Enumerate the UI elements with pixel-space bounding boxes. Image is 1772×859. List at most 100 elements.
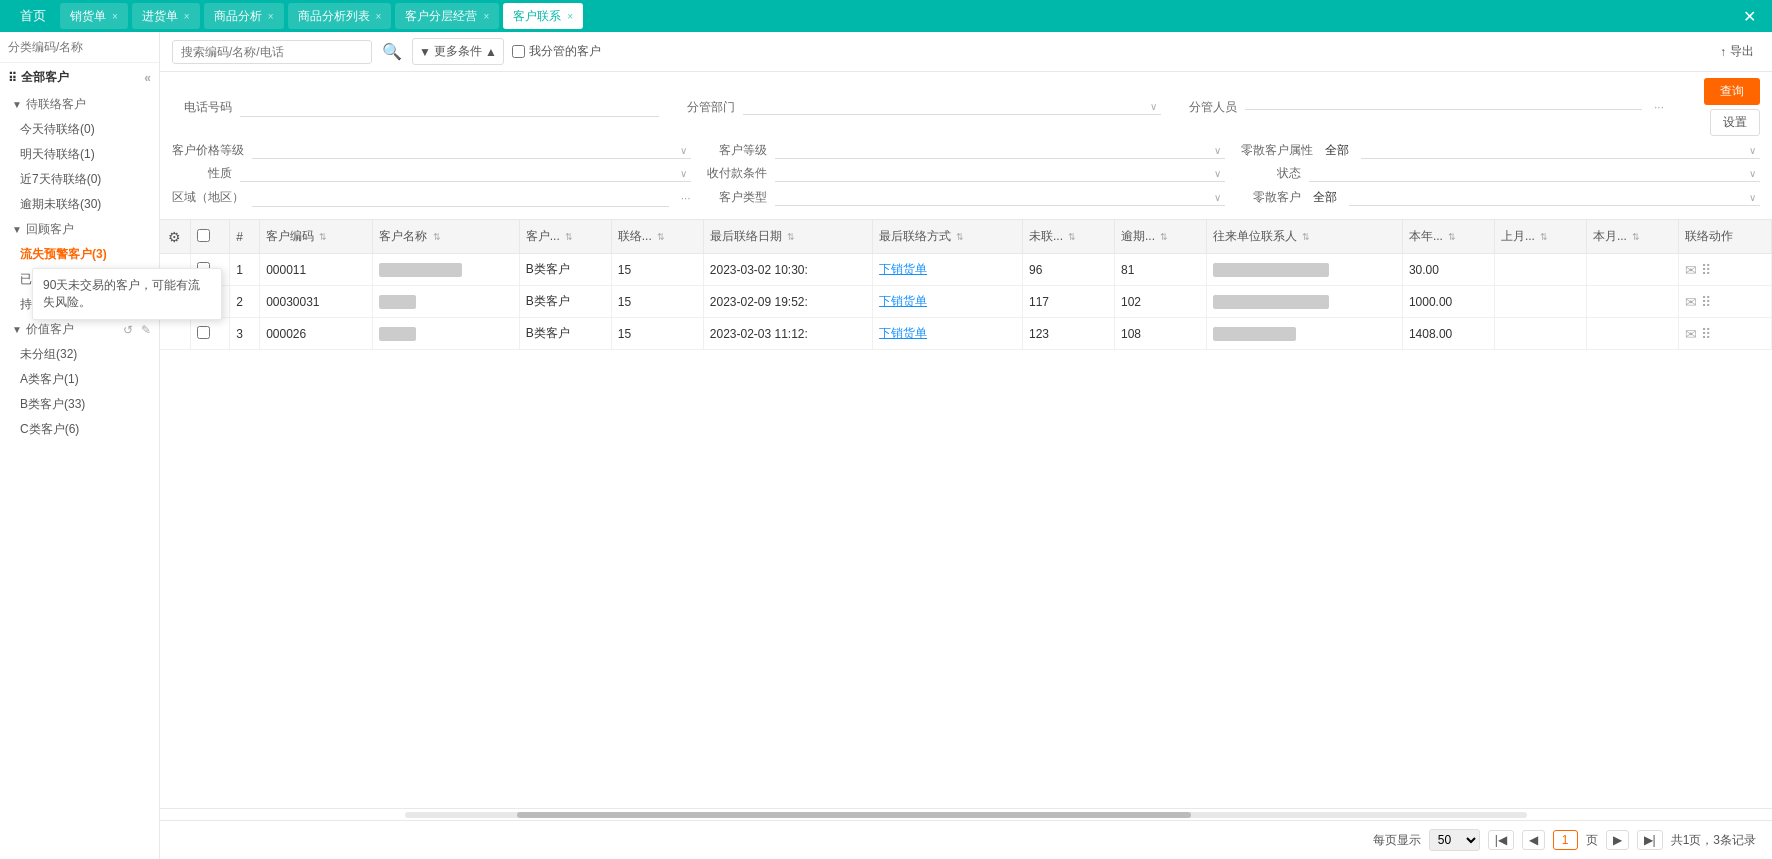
sidebar-all-customers[interactable]: ⠿ 全部客户 «	[0, 63, 159, 92]
export-button[interactable]: ↑ 导出	[1714, 39, 1760, 64]
close-icon[interactable]: ×	[567, 11, 573, 22]
nav-tab-customer-layer[interactable]: 客户分层经营 ×	[395, 3, 499, 29]
close-icon[interactable]: ×	[268, 11, 274, 22]
row-last-way[interactable]: 下销货单	[873, 318, 1023, 350]
sort-icon[interactable]: ⇅	[565, 232, 573, 242]
more-icon[interactable]: ⠿	[1701, 262, 1711, 278]
col-settings[interactable]: ⚙	[160, 220, 190, 254]
nav-tab-sales[interactable]: 销货单 ×	[60, 3, 128, 29]
filter-status-select[interactable]: ∨	[1309, 166, 1760, 182]
my-customers-checkbox[interactable]	[512, 45, 525, 58]
next-page-button[interactable]: ▶	[1606, 830, 1629, 850]
filter-region-dots[interactable]: ···	[681, 191, 691, 205]
col-this-year[interactable]: 本年... ⇅	[1402, 220, 1494, 254]
col-this-month[interactable]: 本月... ⇅	[1586, 220, 1678, 254]
sidebar-item-today-contact[interactable]: 今天待联络(0)	[0, 117, 159, 142]
sort-icon[interactable]: ⇅	[1632, 232, 1640, 242]
sort-icon[interactable]: ⇅	[787, 232, 795, 242]
sort-icon[interactable]: ⇅	[433, 232, 441, 242]
sort-icon[interactable]: ⇅	[956, 232, 964, 242]
more-icon[interactable]: ⠿	[1701, 326, 1711, 342]
col-contact[interactable]: 联络... ⇅	[611, 220, 703, 254]
col-type[interactable]: 客户... ⇅	[519, 220, 611, 254]
prev-page-button[interactable]: ◀	[1522, 830, 1545, 850]
message-icon[interactable]: ✉	[1685, 294, 1697, 310]
sort-icon[interactable]: ⇅	[657, 232, 665, 242]
my-customers-checkbox-label[interactable]: 我分管的客户	[512, 43, 601, 60]
sidebar-item-class-a[interactable]: A类客户(1)	[0, 367, 159, 392]
filter-zero-customer-select[interactable]: ∨	[1349, 190, 1760, 206]
settings-gear-icon[interactable]: ⚙	[168, 229, 181, 245]
filter-price-select[interactable]: ∨	[252, 143, 691, 159]
scroll-thumb[interactable]	[517, 812, 1191, 818]
filter-region-input[interactable]	[252, 188, 669, 207]
nav-tab-purchase[interactable]: 进货单 ×	[132, 3, 200, 29]
col-last-contact-way[interactable]: 最后联络方式 ⇅	[873, 220, 1023, 254]
search-input[interactable]	[172, 40, 372, 64]
more-conditions-button[interactable]: ▼ 更多条件 ▲	[412, 38, 504, 65]
query-button[interactable]: 查询	[1704, 78, 1760, 105]
filter-customer-level-select[interactable]: ∨	[775, 143, 1226, 159]
sidebar-group-value[interactable]: ▼ 价值客户 ↺ ✎	[0, 317, 159, 342]
col-code[interactable]: 客户编码 ⇅	[260, 220, 373, 254]
sort-icon[interactable]: ⇅	[1302, 232, 1310, 242]
close-icon[interactable]: ×	[112, 11, 118, 22]
message-icon[interactable]: ✉	[1685, 326, 1697, 342]
sidebar-item-ungroup[interactable]: 未分组(32)	[0, 342, 159, 367]
sidebar-item-churn-warning[interactable]: 流失预警客户(3)	[0, 242, 159, 267]
filter-payment-select[interactable]: ∨	[775, 166, 1226, 182]
col-name[interactable]: 客户名称 ⇅	[373, 220, 519, 254]
nav-home[interactable]: 首页	[8, 0, 58, 32]
refresh-icon[interactable]: ↺	[123, 323, 133, 337]
last-way-link[interactable]: 下销货单	[879, 262, 927, 276]
select-all-checkbox[interactable]	[197, 229, 210, 242]
filter-more-dots[interactable]: ···	[1654, 100, 1664, 114]
sidebar-group-pending[interactable]: ▼ 待联络客户	[0, 92, 159, 117]
message-icon[interactable]: ✉	[1685, 262, 1697, 278]
row-checkbox[interactable]	[190, 318, 230, 350]
filter-phone-input[interactable]	[240, 98, 659, 117]
filter-gender-select[interactable]: ∨	[240, 166, 691, 182]
last-way-link[interactable]: 下销货单	[879, 326, 927, 340]
row-last-way[interactable]: 下销货单	[873, 254, 1023, 286]
sort-icon[interactable]: ⇅	[319, 232, 327, 242]
last-way-link[interactable]: 下销货单	[879, 294, 927, 308]
sort-icon[interactable]: ⇅	[1160, 232, 1168, 242]
sidebar-group-review[interactable]: ▼ 回顾客户	[0, 217, 159, 242]
more-icon[interactable]: ⠿	[1701, 294, 1711, 310]
sidebar-item-tomorrow-contact[interactable]: 明天待联络(1)	[0, 142, 159, 167]
sidebar-item-overdue-contact[interactable]: 逾期未联络(30)	[0, 192, 159, 217]
col-no-contact[interactable]: 未联... ⇅	[1023, 220, 1115, 254]
sort-icon[interactable]: ⇅	[1448, 232, 1456, 242]
settings-button[interactable]: 设置	[1710, 109, 1760, 136]
per-page-select[interactable]: 50 20 100	[1429, 829, 1480, 851]
sidebar-item-class-b[interactable]: B类客户(33)	[0, 392, 159, 417]
close-icon[interactable]: ×	[483, 11, 489, 22]
filter-customer-type-select[interactable]: ∨	[775, 190, 1226, 206]
filter-manager-select[interactable]	[1245, 105, 1642, 110]
col-overdue[interactable]: 逾期... ⇅	[1115, 220, 1207, 254]
col-last-month[interactable]: 上月... ⇅	[1494, 220, 1586, 254]
search-button[interactable]: 🔍	[380, 42, 404, 61]
window-close-button[interactable]: ✕	[1735, 7, 1764, 26]
nav-tab-analysis-list[interactable]: 商品分析列表 ×	[288, 3, 392, 29]
sidebar-item-7days-contact[interactable]: 近7天待联络(0)	[0, 167, 159, 192]
filter-zero-attr-select[interactable]: ∨	[1361, 143, 1760, 159]
filter-dept-select[interactable]: ∨	[743, 99, 1162, 115]
col-last-contact-date[interactable]: 最后联络日期 ⇅	[703, 220, 872, 254]
sidebar-search-input[interactable]	[8, 40, 158, 54]
close-icon[interactable]: ×	[376, 11, 382, 22]
edit-icon[interactable]: ✎	[141, 323, 151, 337]
row-last-way[interactable]: 下销货单	[873, 286, 1023, 318]
last-page-button[interactable]: ▶|	[1637, 830, 1663, 850]
sidebar-item-class-c[interactable]: C类客户(6)	[0, 417, 159, 442]
first-page-button[interactable]: |◀	[1488, 830, 1514, 850]
nav-tab-customer-contact[interactable]: 客户联系 ×	[503, 3, 583, 29]
close-icon[interactable]: ×	[184, 11, 190, 22]
scroll-track[interactable]	[405, 812, 1528, 818]
sort-icon[interactable]: ⇅	[1540, 232, 1548, 242]
nav-tab-analysis[interactable]: 商品分析 ×	[204, 3, 284, 29]
sort-icon[interactable]: ⇅	[1068, 232, 1076, 242]
horizontal-scrollbar[interactable]	[160, 808, 1772, 820]
col-unit-contact[interactable]: 往来单位联系人 ⇅	[1207, 220, 1403, 254]
